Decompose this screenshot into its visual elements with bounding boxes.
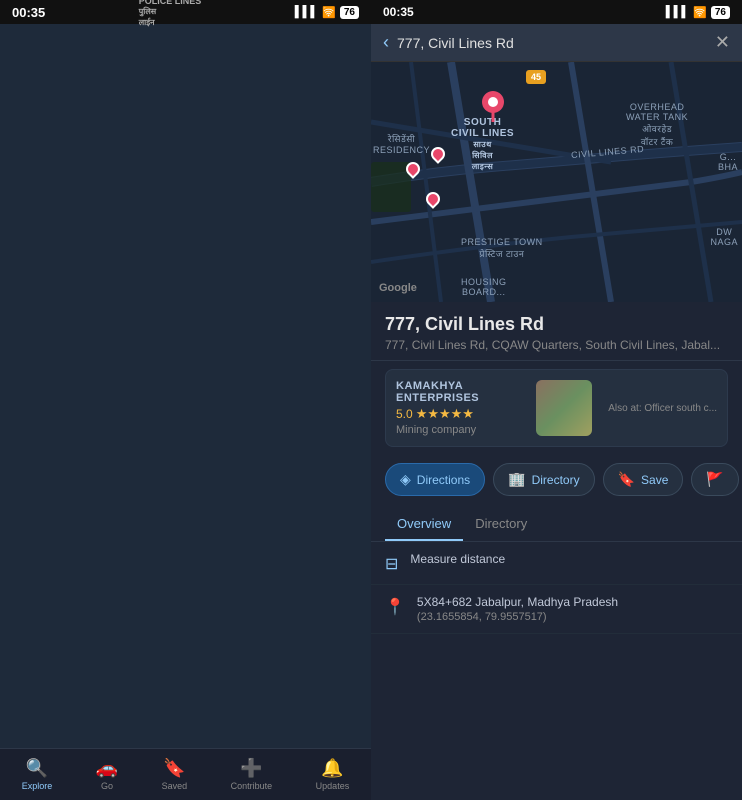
right-signal-icon: ▌▌▌ [666, 6, 689, 18]
right-map-pin-3 [426, 192, 440, 206]
rating-stars: ★★★★★ [416, 406, 474, 422]
directory-button[interactable]: 🏢 Directory [493, 463, 594, 496]
contribute-icon: ➕ [240, 758, 262, 779]
business-card[interactable]: KAMAKHYA ENTERPRISES 5.0 ★★★★★ Mining co… [385, 369, 728, 447]
measure-text: Measure distance [410, 552, 505, 566]
nav-explore[interactable]: 🔍 Explore [22, 758, 53, 791]
right-map-roads [371, 62, 742, 302]
right-search-text: 777, Civil Lines Rd [397, 35, 707, 51]
right-search-bar[interactable]: ‹ 777, Civil Lines Rd ✕ [371, 24, 742, 62]
save-icon: 🔖 [618, 471, 635, 488]
action-buttons: ◈ Directions 🏢 Directory 🔖 Save 🚩 [371, 455, 742, 504]
explore-icon: 🔍 [26, 758, 48, 779]
nav-saved-label: Saved [162, 781, 188, 791]
flag-button[interactable]: 🚩 [691, 463, 738, 496]
directions-button[interactable]: ◈ Directions [385, 463, 485, 496]
place-info: 777, Civil Lines Rd 777, Civil Lines Rd,… [371, 302, 742, 361]
main-location-pin [481, 90, 505, 127]
business-thumbnail [536, 380, 592, 436]
rating-number: 5.0 [396, 407, 413, 421]
right-status-bar: 00:35 ▌▌▌ 🛜 76 [371, 0, 742, 24]
tabs-row: Overview Directory [371, 508, 742, 542]
right-time: 00:35 [383, 5, 414, 19]
nav-updates-label: Updates [316, 781, 350, 791]
place-title: 777, Civil Lines Rd [385, 314, 728, 335]
business-name: KAMAKHYA ENTERPRISES [396, 380, 526, 404]
left-time: 00:35 [12, 5, 45, 20]
right-google-watermark: Google [379, 282, 417, 294]
right-wifi-icon: 🛜 [693, 6, 707, 19]
tab-overview[interactable]: Overview [385, 508, 463, 541]
go-icon: 🚗 [96, 758, 118, 779]
directions-label: Directions [417, 473, 470, 487]
right-map-pin-2 [406, 162, 420, 176]
nav-contribute[interactable]: ➕ Contribute [231, 758, 273, 791]
directory-label: Directory [532, 473, 580, 487]
updates-icon: 🔔 [321, 758, 343, 779]
left-status-icons: ▌▌▌ 🛜 76 [295, 6, 359, 19]
save-button[interactable]: 🔖 Save [603, 463, 684, 496]
signal-icon: ▌▌▌ [295, 6, 318, 18]
nav-updates[interactable]: 🔔 Updates [316, 758, 350, 791]
info-measure-distance[interactable]: ⊟ Measure distance [371, 542, 742, 585]
close-icon[interactable]: ✕ [715, 32, 730, 53]
nav-saved[interactable]: 🔖 Saved [162, 758, 188, 791]
back-arrow-icon[interactable]: ‹ [383, 32, 389, 53]
flag-icon: 🚩 [706, 471, 723, 488]
business-type: Mining company [396, 424, 526, 436]
left-bottom-nav: 🔍 Explore 🚗 Go 🔖 Saved ➕ Contribute 🔔 Up… [0, 748, 371, 800]
battery-badge: 76 [340, 6, 359, 19]
also-at-label: Also at: Officer south c... [608, 403, 717, 414]
right-battery-badge: 76 [711, 6, 730, 19]
left-panel: 00:35 POLICE LINESपुलिसलाईन ▌▌▌ 🛜 76 [0, 0, 371, 800]
right-map: 45 SOUTHCIVIL LINESसाउथसिविललाइन्स रेसिड… [371, 62, 742, 302]
left-location-label: POLICE LINESपुलिसलाईन [139, 0, 202, 28]
info-location[interactable]: 📍 5X84+682 Jabalpur, Madhya Pradesh (23.… [371, 585, 742, 634]
measure-icon: ⊟ [385, 554, 398, 574]
location-pin-icon: 📍 [385, 597, 405, 617]
save-label: Save [641, 473, 668, 487]
right-panel: 00:35 ▌▌▌ 🛜 76 ‹ 777, Civil Lines Rd ✕ [371, 0, 742, 800]
location-text: 5X84+682 Jabalpur, Madhya Pradesh (23.16… [417, 595, 618, 623]
nav-go-label: Go [101, 781, 113, 791]
left-status-bar: 00:35 POLICE LINESपुलिसलाईन ▌▌▌ 🛜 76 [0, 0, 371, 24]
saved-icon: 🔖 [163, 758, 185, 779]
right-bottom-panel: 777, Civil Lines Rd 777, Civil Lines Rd,… [371, 302, 742, 800]
right-map-pin-1 [431, 147, 445, 161]
directory-icon: 🏢 [508, 471, 525, 488]
wifi-icon: 🛜 [322, 6, 336, 19]
nav-contribute-label: Contribute [231, 781, 273, 791]
right-road-badge-45: 45 [526, 70, 546, 84]
place-subtitle: 777, Civil Lines Rd, CQAW Quarters, Sout… [385, 338, 728, 352]
directions-icon: ◈ [400, 471, 411, 488]
business-rating: 5.0 ★★★★★ [396, 406, 526, 422]
right-status-icons: ▌▌▌ 🛜 76 [666, 6, 730, 19]
tab-directory[interactable]: Directory [463, 508, 539, 541]
business-info: KAMAKHYA ENTERPRISES 5.0 ★★★★★ Mining co… [396, 380, 526, 436]
nav-explore-label: Explore [22, 781, 53, 791]
nav-go[interactable]: 🚗 Go [96, 758, 118, 791]
